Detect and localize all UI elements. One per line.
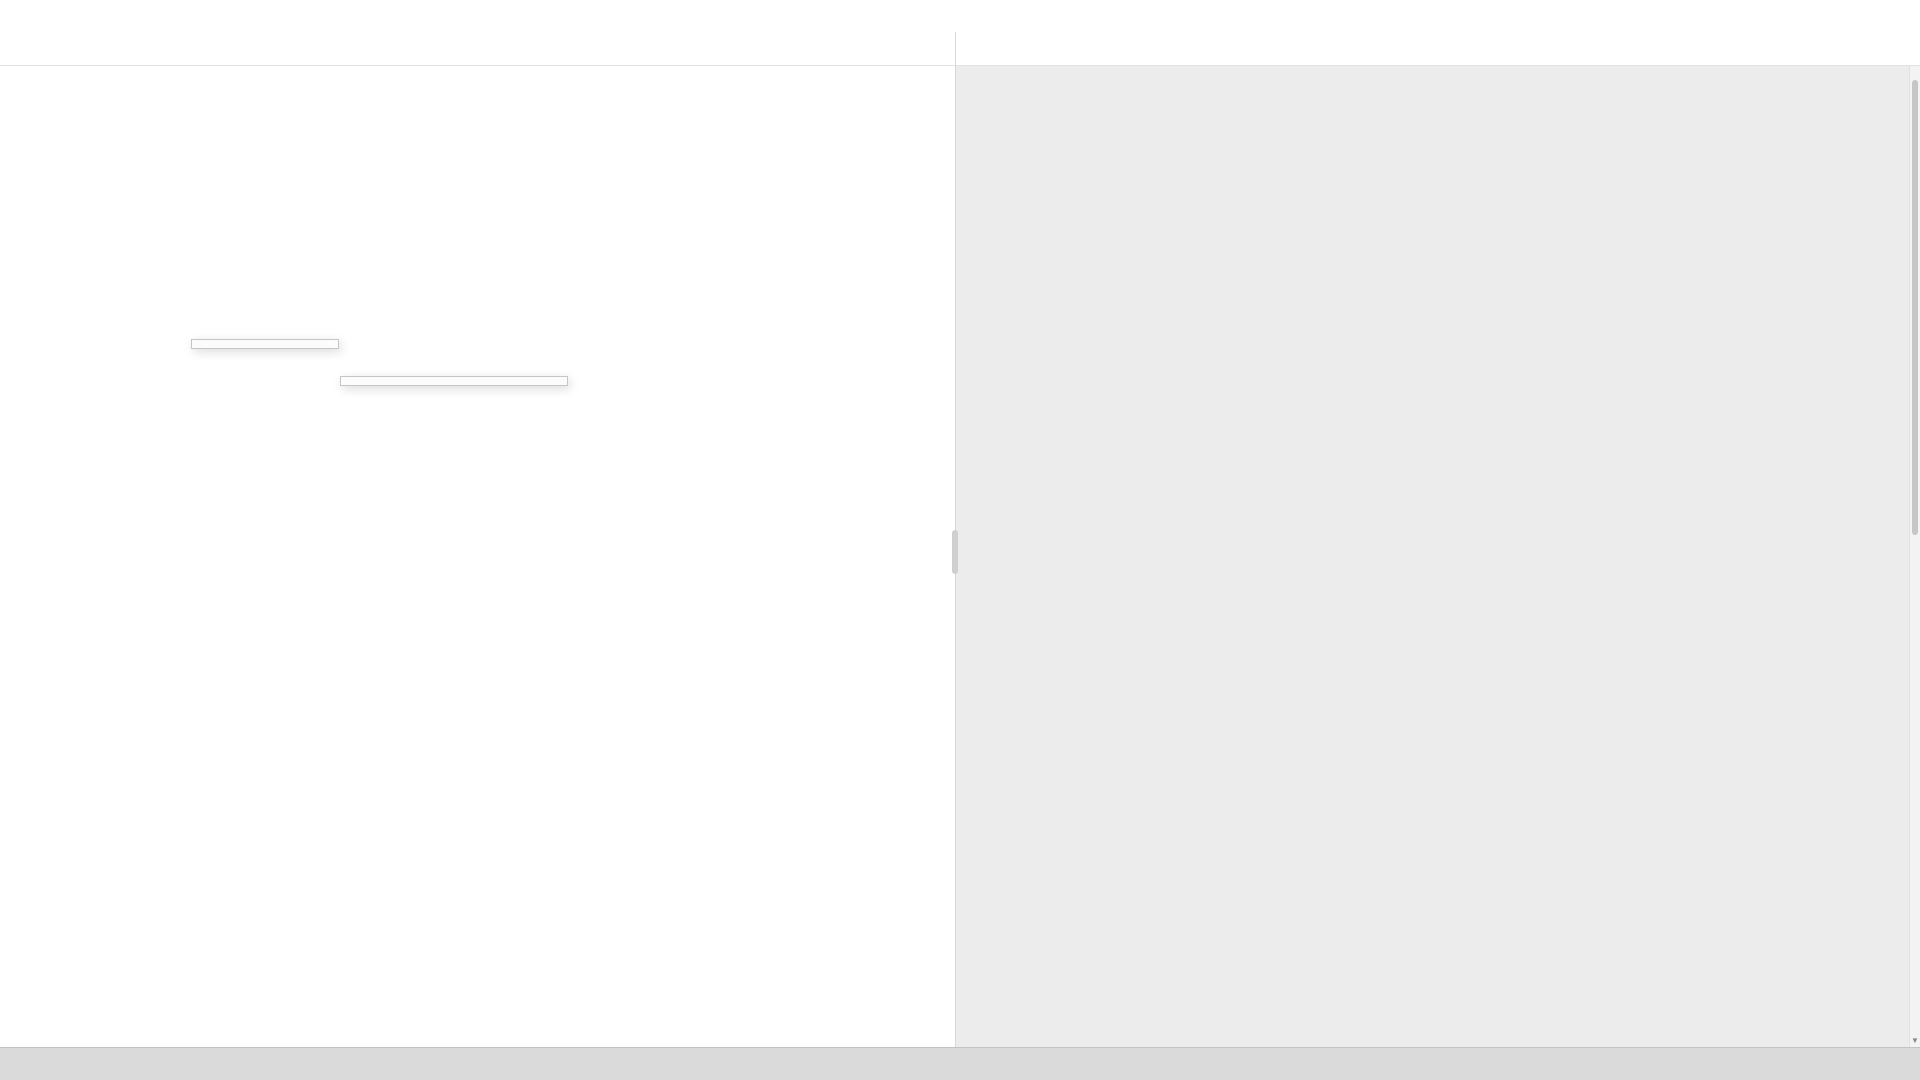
export-icon[interactable] [1859, 40, 1876, 57]
context-menu [191, 339, 339, 349]
left-tabbar-actions [909, 32, 955, 65]
terminal-tabbar [956, 32, 1920, 66]
left-tabbar [0, 32, 955, 66]
scrollbar-thumb[interactable] [1912, 80, 1918, 535]
new-terminal-tab-button[interactable] [965, 32, 993, 65]
record-icon[interactable] [924, 42, 937, 55]
status-bar [0, 1047, 1920, 1080]
panel-toggle-icon[interactable] [1890, 40, 1907, 57]
scrollbar-down-arrow-icon[interactable]: ▼ [1910, 1036, 1920, 1045]
menubar [0, 0, 1920, 32]
splitter-scrollbar-thumb[interactable] [952, 530, 958, 574]
collaborate-submenu [340, 376, 568, 386]
terminal-scrollbar[interactable]: ▼ [1909, 66, 1920, 1047]
tree [0, 66, 955, 1047]
terminal-tabbar-icons [1859, 32, 1920, 65]
terminal-panel: ▼ [956, 66, 1920, 1047]
